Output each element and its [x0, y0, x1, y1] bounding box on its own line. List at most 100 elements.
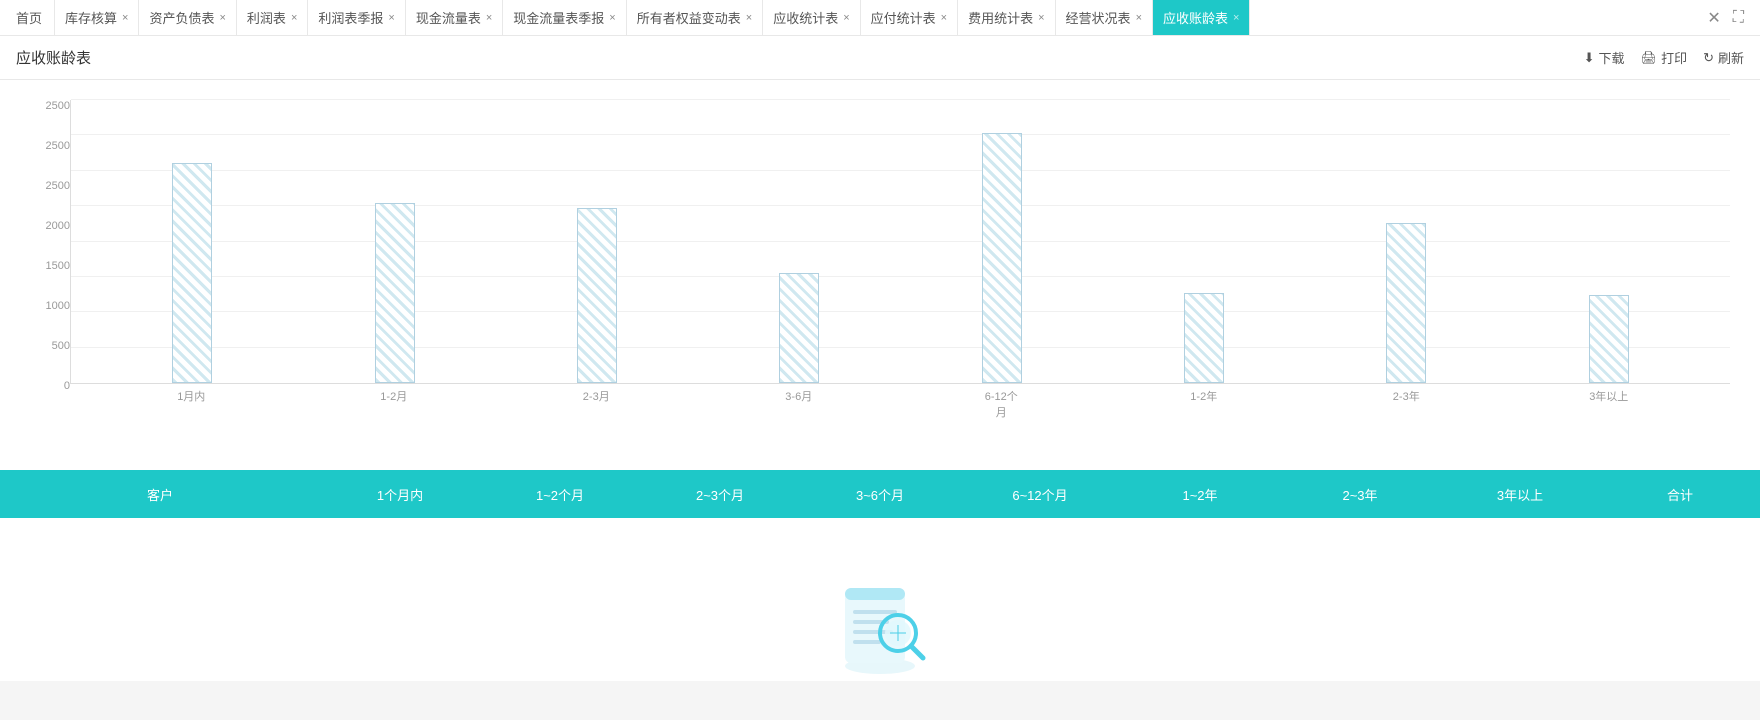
- tab-label: 库存核算: [65, 8, 117, 27]
- x-label-3: 2-3月: [576, 388, 616, 420]
- bar-6: [1184, 293, 1224, 383]
- x-labels: 1月内 1-2月 2-3月 3-6月 6-12个月 1-2年 2-3年 3年以上: [70, 384, 1730, 420]
- x-label-8: 3年以上: [1589, 388, 1629, 420]
- bar-2: [375, 203, 415, 383]
- bar-group-4: [779, 273, 819, 383]
- bar-5: [982, 133, 1022, 383]
- refresh-label: 刷新: [1718, 48, 1744, 67]
- tab-ar-aging[interactable]: 应收账龄表 ×: [1153, 0, 1250, 36]
- tab-ap-stat[interactable]: 应付统计表 ×: [861, 0, 958, 36]
- maximize-window-button[interactable]: ⛶: [1729, 5, 1748, 31]
- x-label-6: 1-2年: [1184, 388, 1224, 420]
- tab-cashflow[interactable]: 现金流量表 ×: [406, 0, 503, 36]
- tab-label: 应付统计表: [871, 8, 936, 27]
- y-label-2500c: 2500: [30, 100, 70, 112]
- col-3year-plus: 3年以上: [1440, 485, 1600, 504]
- tab-bar: 首页 库存核算 × 资产负债表 × 利润表 × 利润表季报 × 现金流量表 × …: [0, 0, 1760, 36]
- bar-group-5: [982, 133, 1022, 383]
- tab-equity[interactable]: 所有者权益变动表 ×: [627, 0, 763, 36]
- download-label: 下载: [1599, 48, 1625, 67]
- col-2-3month: 2~3个月: [640, 485, 800, 504]
- tab-expense[interactable]: 费用统计表 ×: [958, 0, 1055, 36]
- y-label-0: 0: [30, 380, 70, 392]
- close-window-button[interactable]: ✕: [1703, 4, 1724, 32]
- x-label-7: 2-3年: [1386, 388, 1426, 420]
- tab-inventory[interactable]: 库存核算 ×: [55, 0, 139, 36]
- download-button[interactable]: ⬇ 下载: [1584, 48, 1625, 67]
- print-button[interactable]: 🖨 打印: [1641, 48, 1688, 67]
- col-customer: 客户: [0, 485, 320, 504]
- x-label-2: 1-2月: [374, 388, 414, 420]
- bar-group-1: [172, 163, 212, 383]
- empty-state: [0, 518, 1760, 681]
- tab-profit-quarterly[interactable]: 利润表季报 ×: [308, 0, 405, 36]
- tab-label: 现金流量表: [416, 8, 481, 27]
- tab-profit[interactable]: 利润表 ×: [237, 0, 308, 36]
- tab-close-inventory[interactable]: ×: [122, 12, 128, 24]
- y-label-1500: 1500: [30, 260, 70, 272]
- tab-label: 费用统计表: [968, 8, 1033, 27]
- tab-close-cashflow[interactable]: ×: [486, 12, 492, 24]
- bar-group-7: [1386, 223, 1426, 383]
- x-label-4: 3-6月: [779, 388, 819, 420]
- tab-close-profit-quarterly[interactable]: ×: [388, 12, 394, 24]
- x-label-5: 6-12个月: [981, 388, 1021, 420]
- y-label-500: 500: [30, 340, 70, 352]
- bar-group-2: [375, 203, 415, 383]
- tab-close-operations[interactable]: ×: [1136, 12, 1142, 24]
- table-header: 客户 1个月内 1~2个月 2~3个月 3~6个月 6~12个月 1~2年 2~…: [0, 470, 1760, 518]
- chart-area: 0 500 1000 1500 2000 2500 2500 2500: [0, 80, 1760, 470]
- col-1month: 1个月内: [320, 485, 480, 504]
- bar-group-3: [577, 208, 617, 383]
- x-label-1: 1月内: [171, 388, 211, 420]
- tab-balance[interactable]: 资产负债表 ×: [139, 0, 236, 36]
- bar-1: [172, 163, 212, 383]
- tab-close-balance[interactable]: ×: [219, 12, 225, 24]
- bar-7: [1386, 223, 1426, 383]
- col-1-2month: 1~2个月: [480, 485, 640, 504]
- refresh-button[interactable]: ↻ 刷新: [1703, 48, 1744, 67]
- tab-label: 经营状况表: [1066, 8, 1131, 27]
- empty-illustration: [820, 558, 940, 678]
- bars-container: [71, 100, 1730, 383]
- main-content: 0 500 1000 1500 2000 2500 2500 2500: [0, 80, 1760, 681]
- tab-label: 利润表: [247, 8, 286, 27]
- tab-cashflow-quarterly[interactable]: 现金流量表季报 ×: [503, 0, 626, 36]
- tab-close-ap-stat[interactable]: ×: [941, 12, 947, 24]
- header-actions: ⬇ 下载 🖨 打印 ↻ 刷新: [1584, 48, 1744, 67]
- tab-home[interactable]: 首页: [4, 0, 55, 36]
- tab-label: 所有者权益变动表: [637, 8, 741, 27]
- tab-label: 应收统计表: [773, 8, 838, 27]
- download-icon: ⬇: [1584, 50, 1595, 66]
- tab-label-active: 应收账龄表: [1163, 8, 1228, 27]
- chart-body: 1月内 1-2月 2-3月 3-6月 6-12个月 1-2年 2-3年 3年以上: [70, 100, 1730, 420]
- bar-8: [1589, 295, 1629, 383]
- bar-group-8: [1589, 295, 1629, 383]
- print-label: 打印: [1661, 48, 1687, 67]
- bar-group-6: [1184, 293, 1224, 383]
- tab-close-profit[interactable]: ×: [291, 12, 297, 24]
- y-label-2500b: 2500: [30, 140, 70, 152]
- tab-close-cashflow-quarterly[interactable]: ×: [609, 12, 615, 24]
- refresh-icon: ↻: [1703, 50, 1714, 66]
- bar-3: [577, 208, 617, 383]
- y-label-2000: 2000: [30, 220, 70, 232]
- col-total: 合计: [1600, 485, 1760, 504]
- tab-close-ar-stat[interactable]: ×: [843, 12, 849, 24]
- col-2-3year: 2~3年: [1280, 485, 1440, 504]
- tab-ar-stat[interactable]: 应收统计表 ×: [763, 0, 860, 36]
- window-controls: ✕ ⛶: [1703, 4, 1756, 32]
- chart-wrapper: 0 500 1000 1500 2000 2500 2500 2500: [30, 100, 1730, 420]
- col-3-6month: 3~6个月: [800, 485, 960, 504]
- print-icon: 🖨: [1641, 50, 1658, 66]
- tab-home-label: 首页: [16, 8, 42, 27]
- tab-label: 现金流量表季报: [513, 8, 604, 27]
- tab-close-ar-aging[interactable]: ×: [1233, 12, 1239, 24]
- tab-close-equity[interactable]: ×: [746, 12, 752, 24]
- tab-label: 利润表季报: [318, 8, 383, 27]
- y-label-1000: 1000: [30, 300, 70, 312]
- tab-operations[interactable]: 经营状况表 ×: [1056, 0, 1153, 36]
- y-axis: 0 500 1000 1500 2000 2500 2500 2500: [30, 100, 70, 420]
- tab-close-expense[interactable]: ×: [1038, 12, 1044, 24]
- page-title: 应收账龄表: [16, 47, 91, 68]
